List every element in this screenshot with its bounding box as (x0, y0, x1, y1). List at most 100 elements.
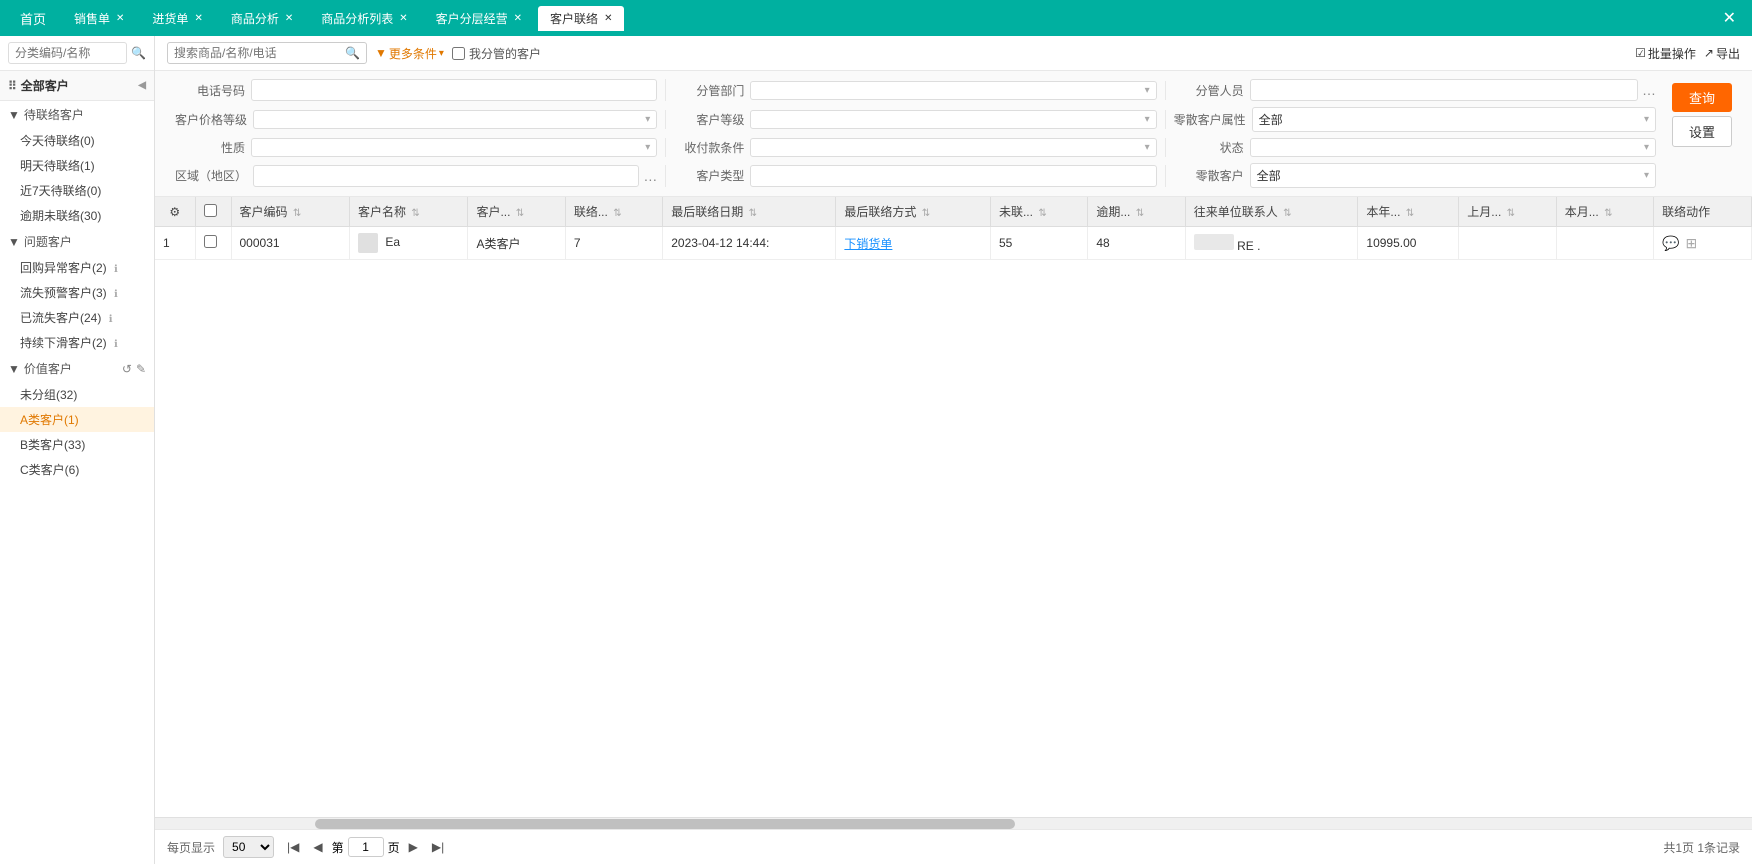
sidebar-search-icon[interactable]: 🔍 (131, 46, 146, 60)
my-customer-check[interactable] (452, 47, 465, 60)
more-filter-button[interactable]: ▼ 更多条件 ▾ (375, 45, 444, 62)
scrollbar-thumb[interactable] (315, 819, 1015, 829)
sort-icon-thismonth[interactable]: ⇅ (1604, 208, 1612, 219)
row-checkbox[interactable] (204, 235, 217, 248)
prev-page-button[interactable]: ◀ (308, 838, 327, 856)
batch-operation-button[interactable]: ☑ 批量操作 (1635, 45, 1696, 62)
close-purchase-tab[interactable]: ✕ (194, 13, 202, 24)
expand-arrow-icon: ▼ (8, 108, 20, 122)
sidebar-item-declining[interactable]: 持续下滑客户(2) ℹ (0, 330, 154, 355)
nav-tab-analysis[interactable]: 商品分析 ✕ (219, 6, 305, 31)
sort-icon-contact[interactable]: ⇅ (613, 208, 621, 219)
query-button[interactable]: 查询 (1672, 83, 1732, 112)
nav-tab-customer-tier[interactable]: 客户分层经营 ✕ (424, 6, 534, 31)
close-customer-tier-tab[interactable]: ✕ (514, 13, 522, 24)
sort-icon-person[interactable]: ⇅ (1283, 208, 1291, 219)
sidebar-item-c-class[interactable]: C类客户(6) (0, 457, 154, 482)
status-select[interactable]: ▾ (1250, 138, 1656, 157)
sidebar-item-today[interactable]: 今天待联络(0) (0, 128, 154, 153)
close-customer-contact-tab[interactable]: ✕ (604, 13, 612, 24)
th-action: 联络动作 (1654, 197, 1752, 227)
region-dots-icon[interactable]: … (643, 168, 657, 184)
select-all-checkbox[interactable] (204, 204, 217, 217)
next-page-button[interactable]: ▶ (404, 838, 423, 856)
gear-icon[interactable]: ⚙ (169, 205, 180, 219)
sort-icon-date[interactable]: ⇅ (749, 208, 757, 219)
sidebar-item-repurchase[interactable]: 回购异常客户(2) ℹ (0, 255, 154, 280)
chevron-down-icon4: ▾ (1145, 114, 1150, 125)
filter-cell-phone: 电话号码 (167, 79, 666, 101)
sidebar-collapse-icon[interactable]: ◀ (138, 80, 146, 91)
customer-level-select[interactable]: ▾ (750, 110, 1156, 129)
chevron-down-icon: ▾ (439, 48, 444, 59)
edit-icon[interactable]: ✎ (136, 362, 146, 376)
nature-select[interactable]: ▾ (251, 138, 657, 157)
th-this-month: 本月... ⇅ (1556, 197, 1653, 227)
filter-row-2: 客户价格等级 ▾ 客户等级 ▾ (167, 107, 1664, 132)
nav-home[interactable]: 首页 (8, 5, 58, 32)
sidebar-value-section[interactable]: ▼ 价值客户 ↺ ✎ (0, 355, 154, 382)
sidebar-all-customers[interactable]: ⠿ 全部客户 ◀ (0, 71, 154, 101)
first-page-button[interactable]: |◀ (282, 838, 304, 856)
sidebar-item-a-class[interactable]: A类客户(1) (0, 407, 154, 432)
phone-input[interactable] (251, 79, 657, 101)
customer-type-input[interactable] (750, 165, 1156, 187)
refresh-icon[interactable]: ↺ (122, 362, 132, 376)
sort-icon-overdue[interactable]: ⇅ (1136, 208, 1144, 219)
total-label: 共1页 1条记录 (1663, 839, 1740, 856)
sort-icon-name[interactable]: ⇅ (411, 208, 419, 219)
main-search-input[interactable] (174, 46, 345, 60)
table-header-row: ⚙ 客户编码 ⇅ 客户名称 ⇅ (155, 197, 1752, 227)
close-analysis-list-tab[interactable]: ✕ (399, 13, 407, 24)
sidebar-item-churn-warning[interactable]: 流失预警客户(3) ℹ (0, 280, 154, 305)
sort-icon-thisyear[interactable]: ⇅ (1406, 208, 1414, 219)
sidebar-item-b-class[interactable]: B类客户(33) (0, 432, 154, 457)
th-no-contact: 未联... ⇅ (990, 197, 1087, 227)
manager-input[interactable] (1250, 79, 1638, 101)
manager-dots-icon[interactable]: … (1642, 82, 1656, 98)
horizontal-scrollbar[interactable] (155, 817, 1752, 829)
settings-button[interactable]: 设置 (1672, 116, 1732, 147)
dept-select[interactable]: ▾ (750, 81, 1156, 100)
sidebar-item-tomorrow[interactable]: 明天待联络(1) (0, 153, 154, 178)
sidebar-problem-section[interactable]: ▼ 问题客户 (0, 228, 154, 255)
retail-customer-select[interactable]: 全部 ▾ (1250, 163, 1656, 188)
my-customer-checkbox[interactable]: 我分管的客户 (452, 45, 541, 62)
chat-icon[interactable]: 💬 (1662, 235, 1679, 252)
sidebar-pending-section[interactable]: ▼ 待联络客户 (0, 101, 154, 128)
sidebar-item-churned[interactable]: 已流失客户(24) ℹ (0, 305, 154, 330)
sidebar-search-input[interactable] (8, 42, 127, 64)
chevron-down-icon9: ▾ (1644, 170, 1649, 181)
sort-icon-lastmonth[interactable]: ⇅ (1507, 208, 1515, 219)
sidebar-item-overdue[interactable]: 逾期未联络(30) (0, 203, 154, 228)
payment-label: 收付款条件 (674, 139, 744, 156)
per-page-select[interactable]: 50 100 200 (223, 836, 274, 858)
sort-icon-code[interactable]: ⇅ (293, 208, 301, 219)
nav-tab-analysis-list[interactable]: 商品分析列表 ✕ (309, 6, 419, 31)
retail-prop-select[interactable]: 全部 ▾ (1252, 107, 1656, 132)
customer-avatar (358, 233, 378, 253)
sort-icon-method[interactable]: ⇅ (922, 208, 930, 219)
region-input[interactable] (253, 165, 639, 187)
td-last-method[interactable]: 下销货单 (836, 227, 991, 260)
nav-tab-customer-contact[interactable]: 客户联络 ✕ (538, 6, 624, 31)
price-level-select[interactable]: ▾ (253, 110, 657, 129)
sort-icon-nocontact[interactable]: ⇅ (1038, 208, 1046, 219)
page-number-input[interactable] (348, 837, 384, 857)
export-button[interactable]: ↗ 导出 (1704, 45, 1740, 62)
sidebar-item-7days[interactable]: 近7天待联络(0) (0, 178, 154, 203)
export-icon: ↗ (1704, 46, 1714, 60)
window-close-button[interactable]: ✕ (1715, 4, 1744, 32)
chevron-down-icon3: ▾ (645, 114, 650, 125)
close-sales-tab[interactable]: ✕ (116, 13, 124, 24)
last-page-button[interactable]: ▶| (427, 838, 449, 856)
nav-tab-sales[interactable]: 销售单 ✕ (62, 6, 136, 31)
page-of-label: 页 (388, 839, 400, 856)
close-analysis-tab[interactable]: ✕ (285, 13, 293, 24)
payment-select[interactable]: ▾ (750, 138, 1156, 157)
qr-icon[interactable]: ⊞ (1686, 235, 1698, 252)
sidebar-item-unclassified[interactable]: 未分组(32) (0, 382, 154, 407)
main-search-icon[interactable]: 🔍 (345, 46, 360, 60)
sort-icon-type[interactable]: ⇅ (516, 208, 524, 219)
nav-tab-purchase[interactable]: 进货单 ✕ (140, 6, 214, 31)
